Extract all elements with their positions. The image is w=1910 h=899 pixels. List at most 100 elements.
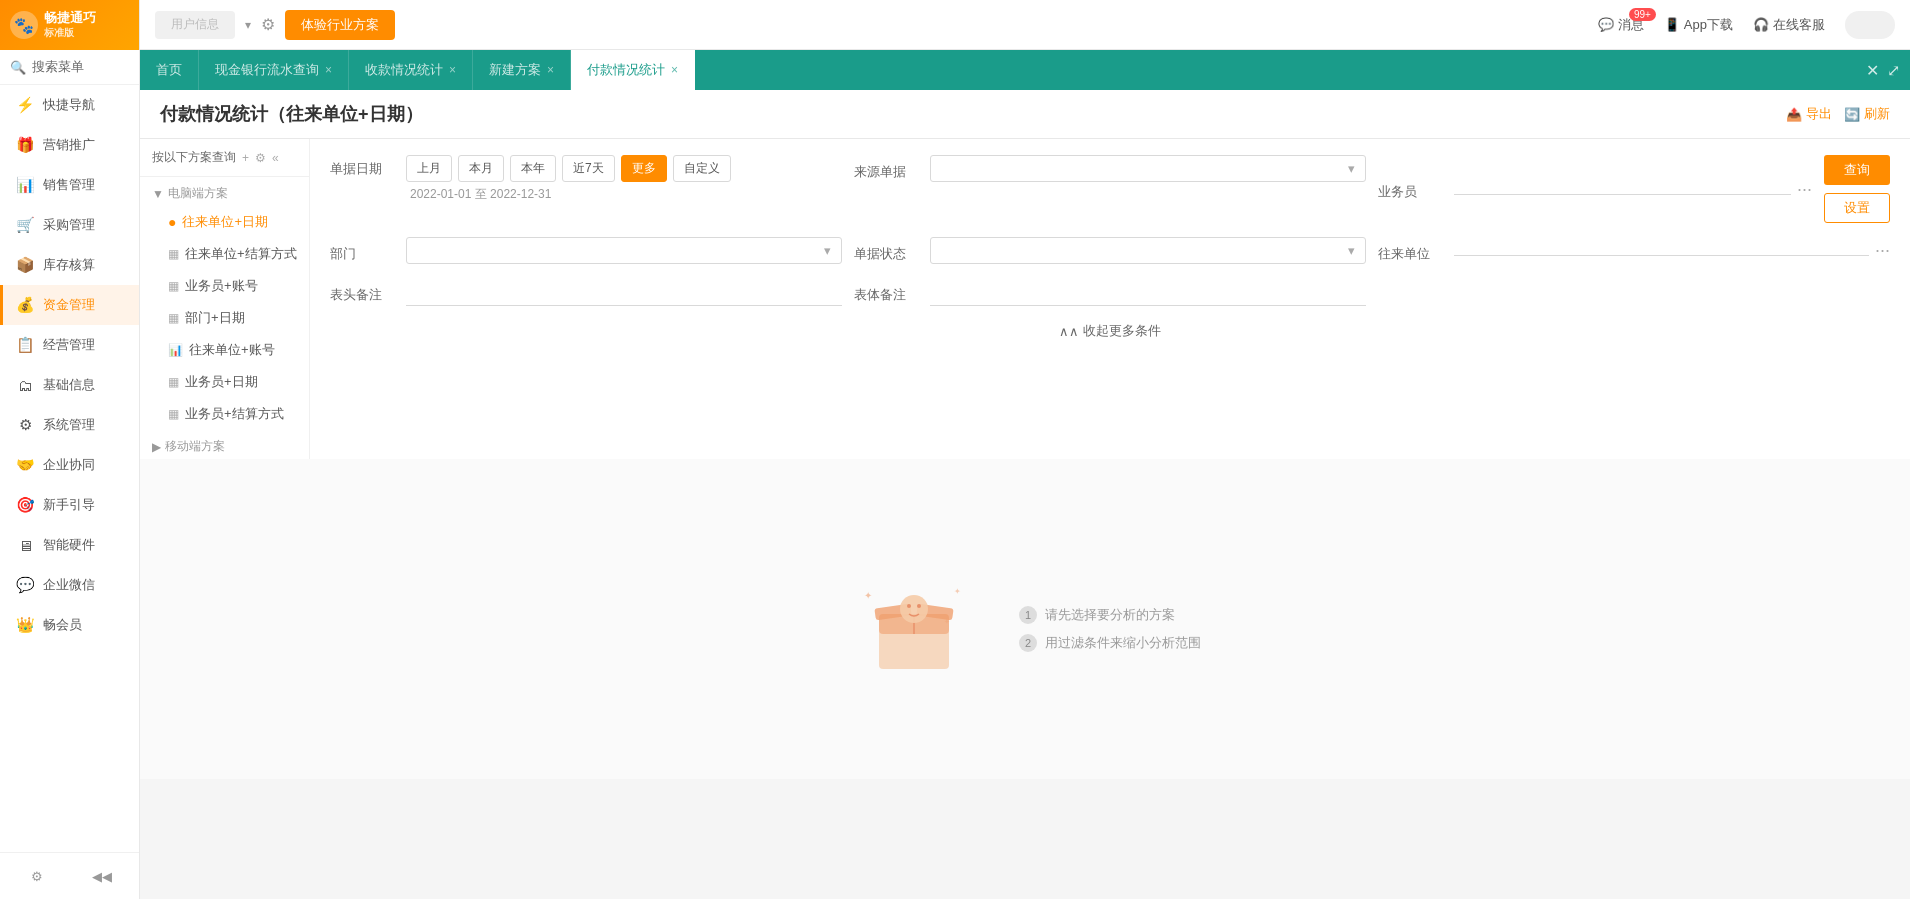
tab-income-close[interactable]: × xyxy=(449,63,456,77)
sidebar-item-zijin[interactable]: 💰 资金管理 xyxy=(0,285,139,325)
salesman-dots-btn[interactable]: ··· xyxy=(1797,179,1812,200)
box-icon: 📦 xyxy=(15,255,35,275)
message-icon: 💬 xyxy=(1598,17,1614,32)
tab-income[interactable]: 收款情况统计 × xyxy=(349,50,473,90)
tip-text-1: 请先选择要分析的方案 xyxy=(1045,606,1175,624)
online-service-btn[interactable]: 🎧 在线客服 xyxy=(1753,16,1825,34)
sidebar-item-xinshou[interactable]: 🎯 新手引导 xyxy=(0,485,139,525)
dept-label: 部门 xyxy=(330,239,400,263)
topbar-dropdown-btn[interactable]: ▾ xyxy=(245,18,251,32)
scheme-section-mobile: ▶ 移动端方案 xyxy=(140,430,309,459)
user-avatar[interactable] xyxy=(1845,11,1895,39)
scheme-title: 按以下方案查询 xyxy=(152,149,236,166)
collapse-more-btn[interactable]: ∧∧ 收起更多条件 xyxy=(330,314,1890,348)
sidebar-item-weixin[interactable]: 💬 企业微信 xyxy=(0,565,139,605)
setting-btn[interactable]: 设置 xyxy=(1824,193,1890,223)
topbar-settings-btn[interactable]: ⚙ xyxy=(261,15,275,34)
scheme-item-salesman-account[interactable]: ▦ 业务员+账号 xyxy=(140,270,309,302)
export-btn[interactable]: 📤 导出 xyxy=(1786,105,1832,123)
dept-arrow-icon: ▾ xyxy=(824,243,831,258)
doc-status-select[interactable]: ▾ xyxy=(930,237,1366,264)
sidebar-item-jingying[interactable]: 📋 经营管理 xyxy=(0,325,139,365)
money-icon: 💰 xyxy=(15,295,35,315)
date-btn-last-month[interactable]: 上月 xyxy=(406,155,452,182)
date-btn-this-year[interactable]: 本年 xyxy=(510,155,556,182)
sidebar-collapse-btn[interactable]: ◀◀ xyxy=(74,861,132,891)
tab-home[interactable]: 首页 xyxy=(140,50,199,90)
sidebar-settings-btn[interactable]: ⚙ xyxy=(8,861,66,891)
query-actions: 查询 设置 xyxy=(1824,155,1890,223)
tabs-bar: 首页 现金银行流水查询 × 收款情况统计 × 新建方案 × 付款情况统计 × ✕… xyxy=(140,50,1910,90)
tabs-maximize-btn[interactable]: ⤢ xyxy=(1887,61,1900,80)
source-select[interactable]: ▾ xyxy=(930,155,1366,182)
sidebar-item-xiaoshou[interactable]: 📊 销售管理 xyxy=(0,165,139,205)
dept-select[interactable]: ▾ xyxy=(406,237,842,264)
grid-icon-5: ▦ xyxy=(168,375,179,389)
export-icon: 📤 xyxy=(1786,107,1802,122)
cart-icon: 🛒 xyxy=(15,215,35,235)
dept-filter-col: 部门 ▾ xyxy=(330,237,842,264)
gear-icon: ⚙ xyxy=(15,415,35,435)
svg-point-5 xyxy=(900,595,928,623)
triangle-icon: ▼ xyxy=(152,187,164,201)
scheme-collapse-btn[interactable]: « xyxy=(272,151,279,165)
sidebar-item-jichu[interactable]: 🗂 基础信息 xyxy=(0,365,139,405)
scheme-settings-btn[interactable]: ⚙ xyxy=(255,151,266,165)
logo-text: 畅捷通巧 xyxy=(44,10,96,26)
gift-icon: 🎁 xyxy=(15,135,35,155)
date-btn-row: 上月 本月 本年 近7天 更多 自定义 xyxy=(406,155,731,182)
message-btn[interactable]: 💬 消息 99+ xyxy=(1598,16,1644,34)
refresh-btn[interactable]: 🔄 刷新 xyxy=(1844,105,1890,123)
target-icon: 🎯 xyxy=(15,495,35,515)
sidebar-item-yingxiao[interactable]: 🎁 营销推广 xyxy=(0,125,139,165)
salesman-input[interactable] xyxy=(1454,184,1791,195)
search-menu-btn[interactable]: 🔍 搜索菜单 xyxy=(0,50,139,85)
tab-payment-close[interactable]: × xyxy=(671,63,678,77)
tabs-close-btn[interactable]: ✕ xyxy=(1866,61,1879,80)
sidebar-item-huiyuan[interactable]: 👑 畅会员 xyxy=(0,605,139,645)
tip-text-2: 用过滤条件来缩小分析范围 xyxy=(1045,634,1201,652)
counterpart-dots-btn[interactable]: ··· xyxy=(1875,240,1890,261)
scheme-add-btn[interactable]: + xyxy=(242,151,249,165)
svg-point-6 xyxy=(907,604,911,608)
tab-payment[interactable]: 付款情况统计 × xyxy=(571,50,695,90)
date-btn-custom[interactable]: 自定义 xyxy=(673,155,731,182)
scheme-item-counterpart-account[interactable]: 📊 往来单位+账号 xyxy=(140,334,309,366)
sidebar-item-zhineng[interactable]: 🖥 智能硬件 xyxy=(0,525,139,565)
tab-newscheme[interactable]: 新建方案 × xyxy=(473,50,571,90)
triangle-right-icon: ▶ xyxy=(152,440,161,454)
scheme-item-counterpart-settle[interactable]: ▦ 往来单位+结算方式 xyxy=(140,238,309,270)
app-download-btn[interactable]: 📱 App下载 xyxy=(1664,16,1733,34)
sidebar-item-caigou[interactable]: 🛒 采购管理 xyxy=(0,205,139,245)
body-remark-input[interactable] xyxy=(930,278,1366,306)
content-area: 付款情况统计（往来单位+日期） 📤 导出 🔄 刷新 按以下方案查询 + ⚙ xyxy=(140,90,1910,899)
tab-newscheme-close[interactable]: × xyxy=(547,63,554,77)
doc-status-filter-col: 单据状态 ▾ xyxy=(854,237,1366,264)
scheme-item-salesman-date[interactable]: ▦ 业务员+日期 xyxy=(140,366,309,398)
tab-bank-close[interactable]: × xyxy=(325,63,332,77)
date-btn-more[interactable]: 更多 xyxy=(621,155,667,182)
date-btn-this-month[interactable]: 本月 xyxy=(458,155,504,182)
sidebar-item-qiye[interactable]: 🤝 企业协同 xyxy=(0,445,139,485)
scheme-panel: 按以下方案查询 + ⚙ « ▼ 电脑端方案 ● 往来单位+日期 ▦ 往来单位+结… xyxy=(140,139,310,459)
counterpart-input[interactable] xyxy=(1454,245,1869,256)
grid-icon-1: ▦ xyxy=(168,247,179,261)
sidebar: 🐾 畅捷通巧 标准版 🔍 搜索菜单 ⚡ 快捷导航 🎁 营销推广 📊 销售管理 🛒… xyxy=(0,0,140,899)
scheme-item-counterpart-date[interactable]: ● 往来单位+日期 xyxy=(140,206,309,238)
trial-btn[interactable]: 体验行业方案 xyxy=(285,10,395,40)
filter-form: 单据日期 上月 本月 本年 近7天 更多 自定义 2022-01-01 至 20… xyxy=(310,139,1910,459)
scheme-item-salesman-settle[interactable]: ▦ 业务员+结算方式 xyxy=(140,398,309,430)
tab-bank[interactable]: 现金银行流水查询 × xyxy=(199,50,349,90)
sidebar-item-kucun[interactable]: 📦 库存核算 xyxy=(0,245,139,285)
scheme-item-dept-date[interactable]: ▦ 部门+日期 xyxy=(140,302,309,334)
query-btn[interactable]: 查询 xyxy=(1824,155,1890,185)
empty-tips-list: 1 请先选择要分析的方案 2 用过滤条件来缩小分析范围 xyxy=(1019,606,1201,652)
folder-icon: 🗂 xyxy=(15,375,35,395)
sidebar-item-xitong[interactable]: ⚙ 系统管理 xyxy=(0,405,139,445)
date-btn-7days[interactable]: 近7天 xyxy=(562,155,615,182)
date-filter-col: 单据日期 上月 本月 本年 近7天 更多 自定义 2022-01-01 至 20… xyxy=(330,155,842,203)
sidebar-item-kuaijie[interactable]: ⚡ 快捷导航 xyxy=(0,85,139,125)
user-avatar-placeholder[interactable]: 用户信息 xyxy=(155,11,235,39)
topbar-right: 💬 消息 99+ 📱 App下载 🎧 在线客服 xyxy=(1598,11,1895,39)
header-remark-input[interactable] xyxy=(406,278,842,306)
